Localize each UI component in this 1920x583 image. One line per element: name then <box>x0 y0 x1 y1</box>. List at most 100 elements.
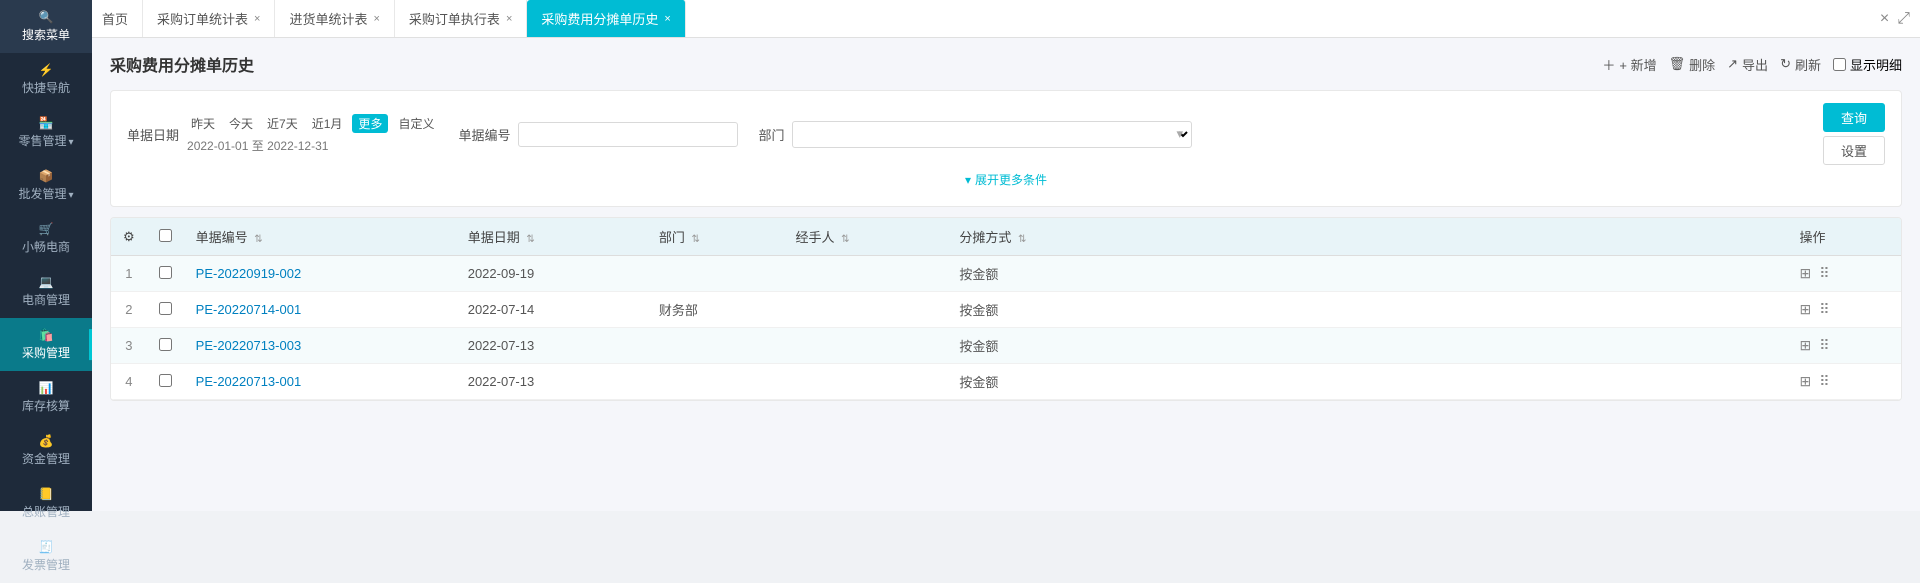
row-checkbox[interactable] <box>147 292 184 328</box>
expand-more-button[interactable]: ▾ 展开更多条件 <box>965 171 1047 188</box>
date-opt-more[interactable]: 更多 <box>352 114 388 133</box>
row-doc-no: PE-20220713-003 <box>184 328 456 364</box>
tab-purchase-order-exec[interactable]: 采购订单执行表 × <box>395 0 527 37</box>
tab-close-action[interactable]: × <box>1880 10 1889 28</box>
sort-doc-date-icon[interactable]: ⇅ <box>526 234 534 245</box>
ledger-icon: 📒 <box>5 487 87 501</box>
tab-purchase-cost-history[interactable]: 采购费用分摊单历史 × <box>527 0 685 37</box>
show-detail-toggle[interactable]: 显示明细 <box>1833 55 1902 74</box>
doc-no-input[interactable] <box>518 122 738 147</box>
tab-close-purchase-order-stats[interactable]: × <box>254 13 260 25</box>
action-more-icon[interactable]: ⠿ <box>1819 373 1829 390</box>
tab-home[interactable]: 首页 <box>102 0 143 37</box>
refresh-icon: ↻ <box>1780 56 1791 72</box>
row-select-checkbox[interactable] <box>159 374 172 387</box>
sort-dept-icon[interactable]: ⇅ <box>692 234 700 245</box>
row-checkbox[interactable] <box>147 328 184 364</box>
gear-icon[interactable]: ⚙ <box>123 229 135 244</box>
action-more-icon[interactable]: ⠿ <box>1819 337 1829 354</box>
delete-button[interactable]: 🗑 删除 <box>1669 55 1716 74</box>
page-title: 采购费用分摊单历史 <box>110 52 254 76</box>
tab-close-purchase-cost-history[interactable]: × <box>664 13 670 25</box>
sidebar-item-search[interactable]: 🔍 搜索菜单 <box>0 0 92 53</box>
date-opt-custom[interactable]: 自定义 <box>394 114 438 133</box>
sidebar-item-wholesale[interactable]: 📦 批发管理▾ <box>0 159 92 212</box>
set-button[interactable]: 设置 <box>1823 136 1885 165</box>
main-area: 首页 采购订单统计表 × 进货单统计表 × 采购订单执行表 × 采购费用分摊单历… <box>92 0 1920 511</box>
expand-more-area: ▾ 展开更多条件 <box>127 171 1885 188</box>
sidebar-item-finance[interactable]: 💰 资金管理 <box>0 424 92 477</box>
sort-handler-icon[interactable]: ⇅ <box>841 234 849 245</box>
shop-icon: 🛒 <box>5 222 87 236</box>
sidebar-item-quick-nav[interactable]: ⚡ 快捷导航 <box>0 53 92 106</box>
sidebar-item-ledger[interactable]: 📒 总账管理 <box>0 477 92 530</box>
toolbar: ＋ + 新增 🗑 删除 ↗ 导出 ↻ 刷新 显示明细 <box>1602 55 1902 74</box>
doc-no-link[interactable]: PE-20220919-002 <box>196 266 302 281</box>
purchase-icon: 🛍️ <box>5 328 87 342</box>
row-action: ⊞ ⠿ <box>1788 256 1901 292</box>
page-header: 采购费用分摊单历史 ＋ + 新增 🗑 删除 ↗ 导出 ↻ 刷新 <box>110 52 1902 76</box>
sidebar-item-mini-shop[interactable]: 🛒 小畅电商 <box>0 212 92 265</box>
add-button[interactable]: ＋ + 新增 <box>1602 55 1656 74</box>
row-gear: 1 <box>111 256 147 292</box>
action-more-icon[interactable]: ⠿ <box>1819 265 1829 282</box>
finance-icon: 💰 <box>5 434 87 448</box>
row-alloc-method: 按金额 <box>947 256 1787 292</box>
row-checkbox[interactable] <box>147 364 184 400</box>
date-opt-1month[interactable]: 近1月 <box>308 114 347 133</box>
action-view-icon[interactable]: ⊞ <box>1800 265 1812 282</box>
doc-no-link[interactable]: PE-20220713-003 <box>196 338 302 353</box>
sidebar-item-ecom[interactable]: 💻 电商管理 <box>0 265 92 318</box>
tab-expand-action[interactable]: ⤢ <box>1897 10 1910 28</box>
date-options: 昨天 今天 近7天 近1月 更多 自定义 <box>187 114 438 133</box>
date-opt-yesterday[interactable]: 昨天 <box>187 114 219 133</box>
tab-bar: 首页 采购订单统计表 × 进货单统计表 × 采购订单执行表 × 采购费用分摊单历… <box>92 0 1920 38</box>
export-icon: ↗ <box>1727 56 1738 72</box>
chevron-down-icon: ▾ <box>965 173 971 187</box>
col-gear: ⚙ <box>111 218 147 256</box>
tab-close-incoming-stats[interactable]: × <box>373 13 379 25</box>
row-select-checkbox[interactable] <box>159 266 172 279</box>
action-view-icon[interactable]: ⊞ <box>1800 373 1812 390</box>
row-checkbox[interactable] <box>147 256 184 292</box>
doc-no-link[interactable]: PE-20220713-001 <box>196 374 302 389</box>
row-handler <box>783 364 947 400</box>
sidebar-item-inventory[interactable]: 📊 库存核算 <box>0 371 92 424</box>
sort-doc-no-icon[interactable]: ⇅ <box>254 234 262 245</box>
row-dept <box>647 256 784 292</box>
refresh-button[interactable]: ↻ 刷新 <box>1780 55 1821 74</box>
tab-purchase-order-stats[interactable]: 采购订单统计表 × <box>143 0 275 37</box>
sidebar-item-retail[interactable]: 🏪 零售管理▾ <box>0 106 92 159</box>
filter-row: 单据日期 昨天 今天 近7天 近1月 更多 自定义 2022-01-01 至 2… <box>127 103 1885 165</box>
tab-close-purchase-order-exec[interactable]: × <box>506 13 512 25</box>
row-select-checkbox[interactable] <box>159 338 172 351</box>
action-more-icon[interactable]: ⠿ <box>1819 301 1829 318</box>
export-button[interactable]: ↗ 导出 <box>1727 55 1768 74</box>
action-view-icon[interactable]: ⊞ <box>1800 301 1812 318</box>
select-all-checkbox[interactable] <box>159 229 172 242</box>
wholesale-icon: 📦 <box>5 169 87 183</box>
col-checkbox <box>147 218 184 256</box>
show-detail-checkbox[interactable] <box>1833 58 1846 71</box>
action-view-icon[interactable]: ⊞ <box>1800 337 1812 354</box>
doc-no-link[interactable]: PE-20220714-001 <box>196 302 302 317</box>
row-alloc-method: 按金额 <box>947 292 1787 328</box>
row-handler <box>783 328 947 364</box>
row-dept: 财务部 <box>647 292 784 328</box>
sidebar-item-purchase[interactable]: 🛍️ 采购管理 <box>0 318 92 371</box>
sort-alloc-icon[interactable]: ⇅ <box>1018 234 1026 245</box>
nav-icon: ⚡ <box>5 63 87 77</box>
tab-incoming-stats[interactable]: 进货单统计表 × <box>275 0 394 37</box>
table-row: 4 PE-20220713-001 2022-07-13 按金额 ⊞ ⠿ <box>111 364 1901 400</box>
date-opt-today[interactable]: 今天 <box>225 114 257 133</box>
row-doc-date: 2022-09-19 <box>456 256 647 292</box>
date-opt-7days[interactable]: 近7天 <box>263 114 302 133</box>
row-select-checkbox[interactable] <box>159 302 172 315</box>
sidebar: 🔍 搜索菜单 ⚡ 快捷导航 🏪 零售管理▾ 📦 批发管理▾ 🛒 小畅电商 💻 电… <box>0 0 92 511</box>
sidebar-item-invoice[interactable]: 🧾 发票管理 <box>0 530 92 583</box>
row-gear: 3 <box>111 328 147 364</box>
row-doc-date: 2022-07-14 <box>456 292 647 328</box>
dept-select[interactable] <box>792 121 1192 148</box>
query-button[interactable]: 查询 <box>1823 103 1885 132</box>
row-dept <box>647 328 784 364</box>
